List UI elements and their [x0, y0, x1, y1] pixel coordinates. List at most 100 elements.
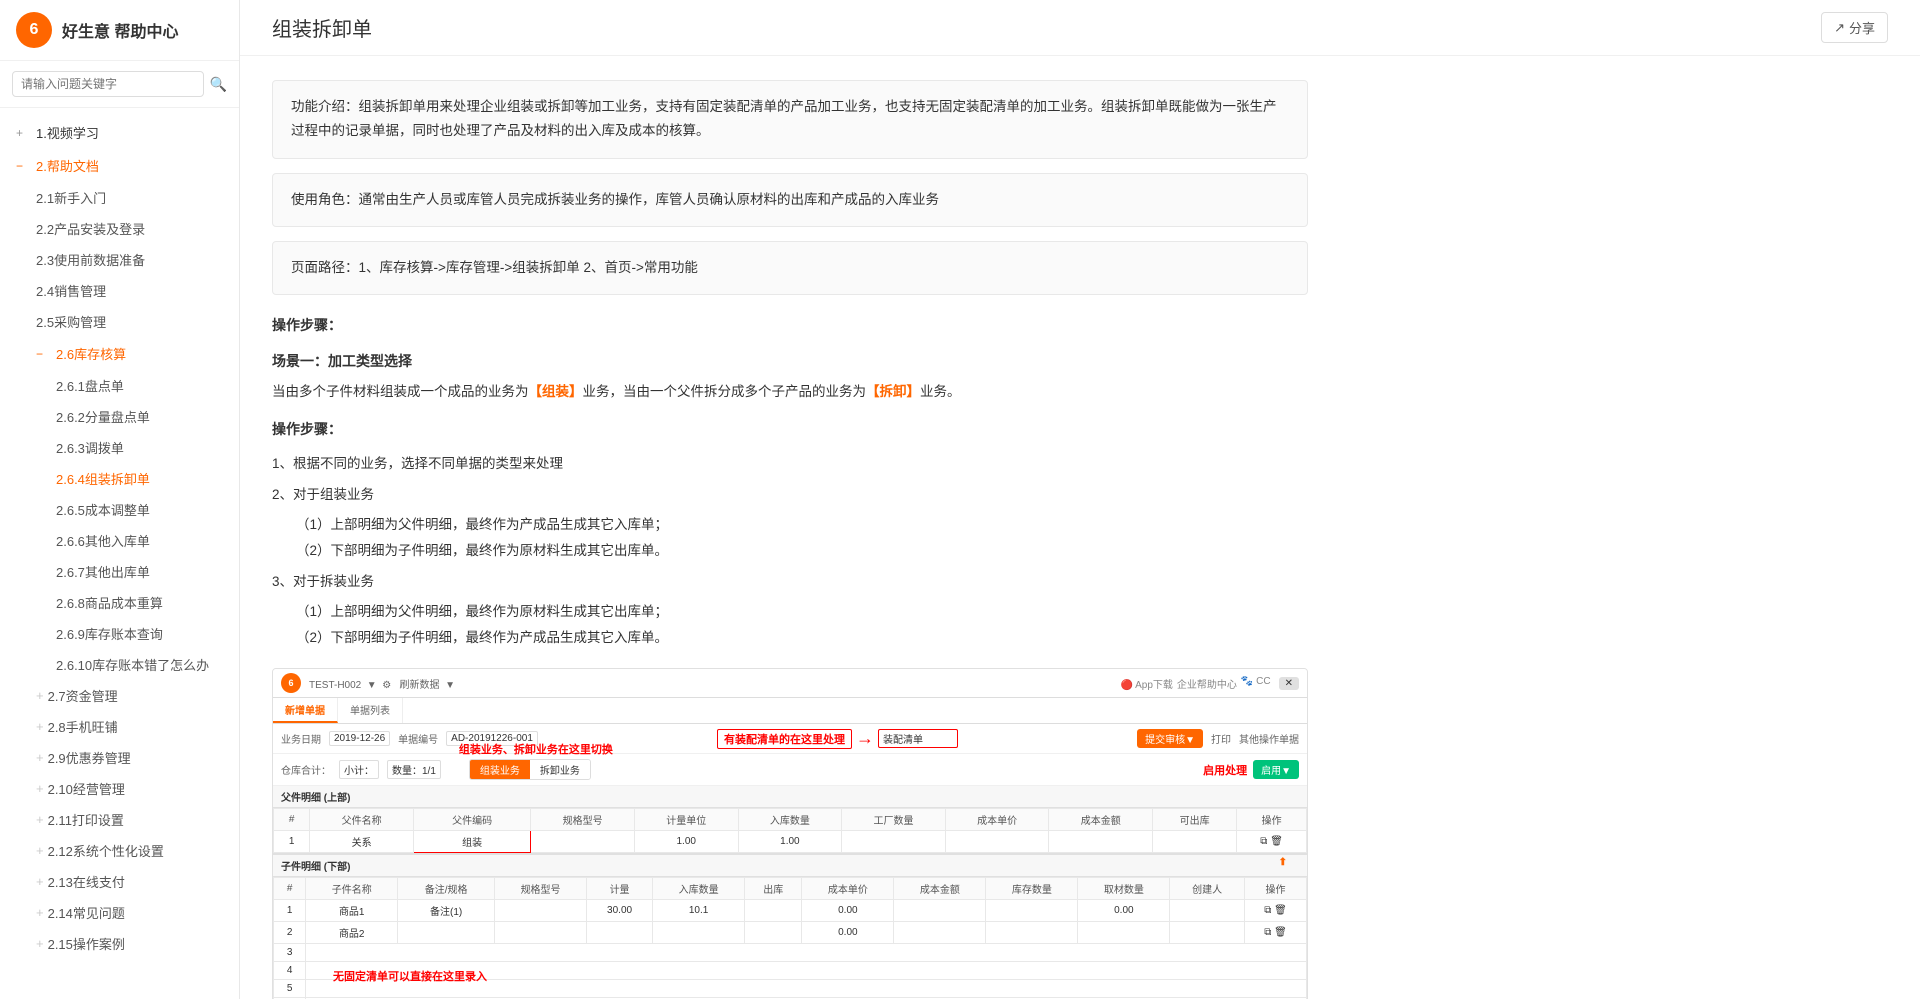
sidebar-item-2-6-2[interactable]: 2.6.2分量盘点单 — [0, 401, 239, 432]
sim-expand-icon[interactable]: ⬆ — [1279, 857, 1287, 868]
steps-section: 操作步骤： 场景一：加工类型选择 当由多个子件材料组装成一个成品的业务为【组装】… — [272, 315, 1308, 650]
main-content: 组装拆卸单 ↗ 分享 功能介绍：组装拆卸单用来处理企业组装或拆卸等加工业务，支持… — [240, 0, 1920, 999]
type-toggle[interactable]: 组装业务 拆卸业务 — [469, 759, 591, 780]
sim-screenshot: 6 TEST-H002 ▼ ⚙ 刷新数据 ▼ 🔴 App下载 企业帮助中心 🐾 … — [273, 669, 1307, 999]
sim-lower-table-label: 子件明细 (下部) ⬆ — [273, 853, 1307, 877]
sidebar-item-video[interactable]: + 1.视频学习 — [0, 116, 239, 149]
type-disassemble-btn[interactable]: 拆卸业务 — [530, 760, 590, 779]
ops-steps-title: 操作步骤： — [272, 419, 1308, 439]
role-block: 使用角色：通常由生产人员或库管人员完成拆装业务的操作，库管人员确认原材料的出库和… — [272, 173, 1308, 227]
scenario1-title: 场景一：加工类型选择 — [272, 351, 1308, 371]
content-area: 功能介绍：组装拆卸单用来处理企业组装或拆卸等加工业务，支持有固定装配清单的产品加… — [240, 56, 1340, 999]
sim-row-copy-icon[interactable]: ⧉ — [1260, 836, 1267, 847]
search-box[interactable]: 🔍 — [0, 61, 239, 108]
sim-tab-new[interactable]: 新增单据 — [273, 698, 338, 723]
sidebar-item-2-6[interactable]: − 2.6库存核算 — [0, 337, 239, 370]
sidebar-item-2-6-1[interactable]: 2.6.1盘点单 — [0, 370, 239, 401]
sidebar-item-2-8[interactable]: +2.8手机旺铺 — [0, 711, 239, 742]
sim-no-label: 单据编号 — [398, 731, 438, 746]
enable-area: 启用处理 启用▼ — [1203, 760, 1299, 779]
sidebar: 6 好生意 帮助中心 🔍 + 1.视频学习 − 2.帮助文档 2.1新手入门 2… — [0, 0, 240, 999]
sim-enable-btn[interactable]: 启用▼ — [1253, 760, 1299, 779]
sidebar-item-2-6-7[interactable]: 2.6.7其他出库单 — [0, 556, 239, 587]
sim-lower-table-area: 无固定清单可以直接在这里录入 # 子件名称 备注/规格 规格型号 计量 — [273, 877, 1307, 999]
step2: 2、对于组装业务 — [272, 482, 1308, 508]
step2-2: （2）下部明细为子件明细，最终作为原材料生成其它出库单。 — [272, 538, 1308, 564]
sim-date-value[interactable]: 2019-12-26 — [329, 731, 390, 746]
screenshot-container: 6 TEST-H002 ▼ ⚙ 刷新数据 ▼ 🔴 App下载 企业帮助中心 🐾 … — [272, 668, 1308, 999]
step3-1: （1）上部明细为父件明细，最终作为原材料生成其它出库单； — [272, 599, 1308, 625]
sidebar-item-docs[interactable]: − 2.帮助文档 — [0, 149, 239, 182]
sidebar-item-2-3[interactable]: 2.3使用前数据准备 — [0, 244, 239, 275]
step2-1: （1）上部明细为父件明细，最终作为产成品生成其它入库单； — [272, 512, 1308, 538]
sim-upper-table: # 父件名称 父件编码 规格型号 计量单位 入库数量 工厂数量 成本单价 成本金… — [273, 808, 1307, 853]
lower-table-row-3: 3 — [274, 944, 1307, 962]
sidebar-item-2-6-3[interactable]: 2.6.3调拨单 — [0, 432, 239, 463]
sim-breadcrumb: TEST-H002 ▼ ⚙ 刷新数据 ▼ — [309, 676, 1112, 691]
sidebar-item-2-7[interactable]: +2.7资金管理 — [0, 680, 239, 711]
collapse-icon: − — [16, 159, 30, 173]
sidebar-item-2-14[interactable]: +2.14常见问题 — [0, 897, 239, 928]
step3: 3、对于拆装业务 — [272, 569, 1308, 595]
sidebar-header: 6 好生意 帮助中心 — [0, 0, 239, 61]
sidebar-item-2-6-6[interactable]: 2.6.6其他入库单 — [0, 525, 239, 556]
step3-2: （2）下部明细为子件明细，最终作为产成品生成其它入库单。 — [272, 625, 1308, 651]
sidebar-item-2-13[interactable]: +2.13在线支付 — [0, 866, 239, 897]
collapse-icon-2-6: − — [36, 347, 50, 361]
annotation-type-label: 组装业务、拆卸业务在这里切换 — [459, 741, 613, 757]
type-assemble-btn[interactable]: 组装业务 — [470, 760, 530, 779]
sidebar-item-2-12[interactable]: +2.12系统个性化设置 — [0, 835, 239, 866]
sim-form-row1: 业务日期 2019-12-26 单据编号 AD-20191226-001 有装配… — [273, 724, 1307, 754]
lower-table-row-2: 2 商品2 0.00 — [274, 922, 1307, 944]
sidebar-item-2-6-10[interactable]: 2.6.10库存账本错了怎么办 — [0, 649, 239, 680]
type-toggle-area: 组装业务、拆卸业务在这里切换 组装业务 拆卸业务 — [469, 759, 591, 780]
annotation-enable-label: 启用处理 — [1203, 762, 1247, 778]
logo-icon: 6 — [16, 12, 52, 48]
sidebar-item-2-1[interactable]: 2.1新手入门 — [0, 182, 239, 213]
sim-row-del-icon[interactable]: 🗑 — [1270, 836, 1283, 847]
sim-topbar: 6 TEST-H002 ▼ ⚙ 刷新数据 ▼ 🔴 App下载 企业帮助中心 🐾 … — [273, 669, 1307, 698]
sim-confirm-btn[interactable]: 提交审核▼ — [1137, 729, 1203, 748]
lower-table-row-1: 1 商品1 备注(1) 30.00 10.1 0.00 — [274, 900, 1307, 922]
scenario1-desc: 当由多个子件材料组装成一个成品的业务为【组装】业务，当由一个父件拆分成多个子产品… — [272, 379, 1308, 405]
sim-toolbar-icons: 🔴 App下载 企业帮助中心 🐾 CC — [1120, 676, 1270, 691]
nav-tree: + 1.视频学习 − 2.帮助文档 2.1新手入门 2.2产品安装及登录 2.3… — [0, 108, 239, 999]
upper-table-row: 1 关系 组装 1.00 1.00 — [274, 831, 1307, 853]
search-input[interactable] — [12, 71, 204, 97]
sidebar-item-2-11[interactable]: +2.11打印设置 — [0, 804, 239, 835]
sim-upper-table-label: 父件明细 (上部) — [273, 786, 1307, 808]
step1: 1、根据不同的业务，选择不同单据的类型来处理 — [272, 451, 1308, 477]
sidebar-item-2-10[interactable]: +2.10经营管理 — [0, 773, 239, 804]
sidebar-item-2-2[interactable]: 2.2产品安装及登录 — [0, 213, 239, 244]
expand-icon: + — [16, 126, 30, 140]
share-button[interactable]: ↗ 分享 — [1821, 12, 1888, 43]
sim-form-row2: 仓库合计： 小计： 数量：1/1 组装业务、拆卸业务在这里切换 组装业务 拆卸业… — [273, 754, 1307, 786]
sidebar-item-2-6-5[interactable]: 2.6.5成本调整单 — [0, 494, 239, 525]
annotation-bom-label: 有装配清单的在这里处理 — [717, 729, 852, 749]
sidebar-item-2-15[interactable]: +2.15操作案例 — [0, 928, 239, 959]
intro-block: 功能介绍：组装拆卸单用来处理企业组装或拆卸等加工业务，支持有固定装配清单的产品加… — [272, 80, 1308, 159]
sim-close-btn[interactable]: ✕ — [1279, 677, 1299, 690]
sim-date-label: 业务日期 — [281, 731, 321, 746]
annotation-area1: 有装配清单的在这里处理 → 装配清单 — [546, 728, 1129, 749]
sidebar-item-2-9[interactable]: +2.9优惠券管理 — [0, 742, 239, 773]
sidebar-item-2-6-9[interactable]: 2.6.9库存账本查询 — [0, 618, 239, 649]
page-title: 组装拆卸单 — [272, 13, 372, 42]
annotation-arrow1: → — [856, 728, 874, 749]
share-icon: ↗ — [1834, 20, 1845, 36]
operations-title: 操作步骤： — [272, 315, 1308, 335]
search-button[interactable]: 🔍 — [210, 76, 227, 93]
top-bar: 组装拆卸单 ↗ 分享 — [240, 0, 1920, 56]
sidebar-item-2-6-4[interactable]: 2.6.4组装拆卸单 — [0, 463, 239, 494]
sim-inner-tabs: 新增单据 单据列表 — [273, 698, 1307, 724]
sidebar-item-2-4[interactable]: 2.4销售管理 — [0, 275, 239, 306]
annotation-lower-label: 无固定清单可以直接在这里录入 — [333, 968, 487, 984]
sim-bom-select[interactable]: 装配清单 — [878, 729, 958, 748]
logo-text: 好生意 帮助中心 — [62, 18, 178, 42]
sim-upper-table-wrap: # 父件名称 父件编码 规格型号 计量单位 入库数量 工厂数量 成本单价 成本金… — [273, 808, 1307, 853]
sim-logo-icon: 6 — [281, 673, 301, 693]
sim-tab-list[interactable]: 单据列表 — [338, 698, 403, 723]
sidebar-item-2-6-8[interactable]: 2.6.8商品成本重算 — [0, 587, 239, 618]
sidebar-item-2-5[interactable]: 2.5采购管理 — [0, 306, 239, 337]
path-block: 页面路径：1、库存核算->库存管理->组装拆卸单 2、首页->常用功能 — [272, 241, 1308, 295]
